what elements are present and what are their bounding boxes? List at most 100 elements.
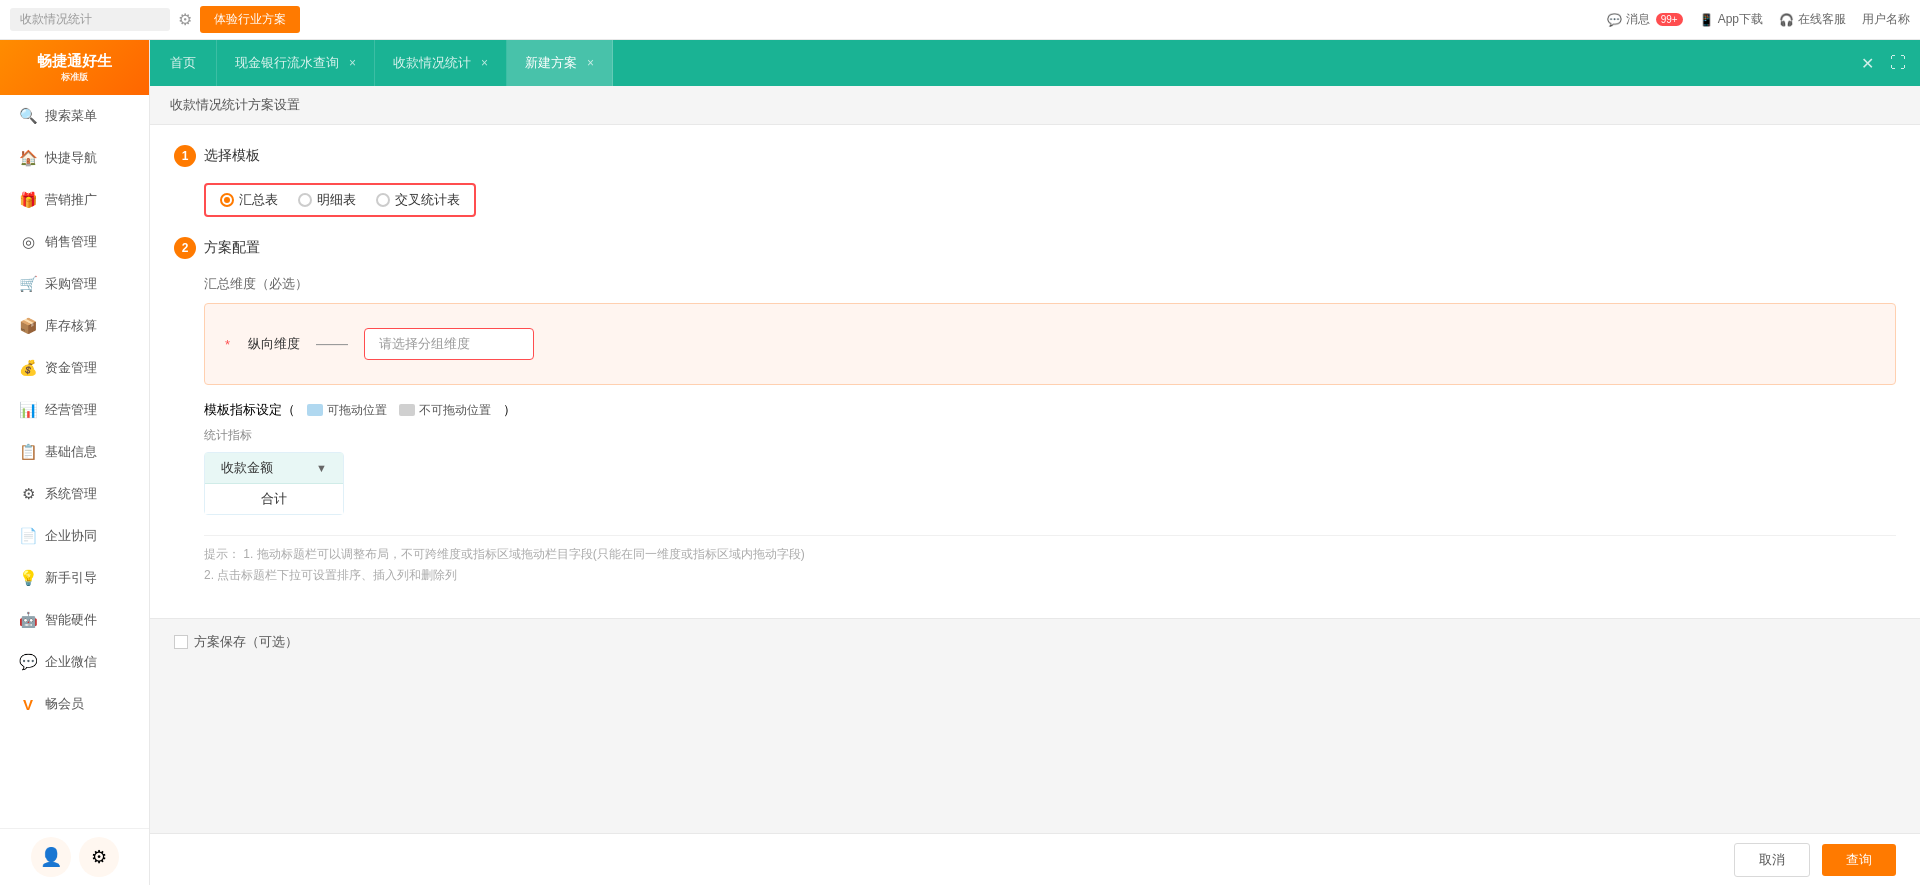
- step2-section: 2 方案配置 汇总维度（必选） * 纵向维度 —— 请选: [174, 237, 1896, 598]
- support-item[interactable]: 🎧 在线客服: [1779, 11, 1846, 28]
- sidebar-bottom: 👤 ⚙: [0, 828, 149, 885]
- sidebar-label-system: 系统管理: [45, 485, 97, 503]
- metrics-header-label: 收款金额: [221, 459, 273, 477]
- step2-badge: 2: [174, 237, 196, 259]
- dimension-area: * 纵向维度 —— 请选择分组维度: [204, 303, 1896, 385]
- breadcrumb: 收款情况统计: [10, 8, 170, 31]
- vertical-dimension-label: 纵向维度: [248, 335, 300, 353]
- tab-close-all-icon[interactable]: ✕: [1857, 50, 1878, 77]
- metrics-table: 收款金额 ▼ 合计: [204, 452, 344, 515]
- radio-summary-dot: [220, 193, 234, 207]
- purchase-icon: 🛒: [19, 275, 37, 293]
- sidebar: 畅捷通好生 标准版 🔍 搜索菜单 🏠 快捷导航 🎁 营销推广 ◎ 销售管理: [0, 40, 150, 885]
- radio-summary-label: 汇总表: [239, 191, 278, 209]
- save-checkbox[interactable]: [174, 635, 188, 649]
- form-section: 1 选择模板 汇总表 明细表: [150, 125, 1920, 618]
- sidebar-bottom-btn1[interactable]: 👤: [31, 837, 71, 877]
- tab-new-plan-close[interactable]: ×: [587, 56, 594, 70]
- radio-detail-dot: [298, 193, 312, 207]
- bottom-save-area: 方案保存（可选）: [150, 618, 1920, 665]
- cancel-button[interactable]: 取消: [1734, 843, 1810, 877]
- metrics-hint-row: 模板指标设定（ 可拖动位置 不可拖动位置 ）: [204, 401, 1896, 419]
- page-content: 收款情况统计方案设置 1 选择模板 汇总表: [150, 86, 1920, 885]
- sidebar-label-finance: 资金管理: [45, 359, 97, 377]
- version-badge: 标准版: [61, 71, 88, 84]
- sidebar-label-sales: 销售管理: [45, 233, 97, 251]
- settings-icon[interactable]: ⚙: [178, 10, 192, 29]
- main-layout: 畅捷通好生 标准版 🔍 搜索菜单 🏠 快捷导航 🎁 营销推广 ◎ 销售管理: [0, 40, 1920, 885]
- support-icon: 🎧: [1779, 13, 1794, 27]
- sidebar-logo: 畅捷通好生 标准版: [0, 40, 149, 95]
- sidebar-bottom-btn2[interactable]: ⚙: [79, 837, 119, 877]
- dimension-arrow: ——: [316, 335, 348, 353]
- sidebar-label-purchase: 采购管理: [45, 275, 97, 293]
- sidebar-item-system[interactable]: ⚙ 系统管理: [0, 473, 149, 515]
- sidebar-item-hardware[interactable]: 🤖 智能硬件: [0, 599, 149, 641]
- dimension-select[interactable]: 请选择分组维度: [364, 328, 534, 360]
- download-item[interactable]: 📱 App下载: [1699, 11, 1763, 28]
- user-name: 用户名称: [1862, 11, 1910, 28]
- tab-home-label: 首页: [170, 54, 196, 72]
- step2-title: 方案配置: [204, 239, 260, 257]
- home-icon: 🏠: [19, 149, 37, 167]
- radio-cross-label: 交叉统计表: [395, 191, 460, 209]
- sidebar-item-wechat[interactable]: 💬 企业微信: [0, 641, 149, 683]
- cooperation-icon: 📄: [19, 527, 37, 545]
- sidebar-label-guide: 新手引导: [45, 569, 97, 587]
- radio-cross[interactable]: 交叉统计表: [376, 191, 460, 209]
- tab-bank-flow[interactable]: 现金银行流水查询 ×: [217, 40, 375, 86]
- sidebar-item-member[interactable]: V 畅会员: [0, 683, 149, 725]
- sidebar-label-wechat: 企业微信: [45, 653, 97, 671]
- tip1: 提示： 1. 拖动标题栏可以调整布局，不可跨维度或指标区域拖动栏目字段(只能在同…: [204, 546, 1896, 563]
- query-button[interactable]: 查询: [1822, 844, 1896, 876]
- radio-detail[interactable]: 明细表: [298, 191, 356, 209]
- tab-collection-stats-close[interactable]: ×: [481, 56, 488, 70]
- sidebar-item-purchase[interactable]: 🛒 采购管理: [0, 263, 149, 305]
- sidebar-item-search[interactable]: 🔍 搜索菜单: [0, 95, 149, 137]
- hint-non-draggable-label: 不可拖动位置: [419, 402, 491, 419]
- sales-icon: ◎: [19, 233, 37, 251]
- tab-new-plan[interactable]: 新建方案 ×: [507, 40, 613, 86]
- tab-collection-stats[interactable]: 收款情况统计 ×: [375, 40, 507, 86]
- management-icon: 📊: [19, 401, 37, 419]
- notification-label: 消息: [1626, 11, 1650, 28]
- logo-main: 畅捷通好生: [37, 52, 112, 71]
- tips-section: 提示： 1. 拖动标题栏可以调整布局，不可跨维度或指标区域拖动栏目字段(只能在同…: [204, 535, 1896, 598]
- tab-bank-flow-close[interactable]: ×: [349, 56, 356, 70]
- top-header: 收款情况统计 ⚙ 体验行业方案 💬 消息 99+ 📱 App下载 🎧 在线客服 …: [0, 0, 1920, 40]
- sidebar-label-search: 搜索菜单: [45, 107, 97, 125]
- metrics-dropdown-icon[interactable]: ▼: [316, 462, 327, 474]
- hardware-icon: 🤖: [19, 611, 37, 629]
- sidebar-item-management[interactable]: 📊 经营管理: [0, 389, 149, 431]
- sidebar-item-inventory[interactable]: 📦 库存核算: [0, 305, 149, 347]
- save-label: 方案保存（可选）: [194, 633, 298, 651]
- download-icon: 📱: [1699, 13, 1714, 27]
- metrics-header-row[interactable]: 收款金额 ▼: [205, 453, 343, 484]
- sidebar-item-finance[interactable]: 💰 资金管理: [0, 347, 149, 389]
- sidebar-item-basic-info[interactable]: 📋 基础信息: [0, 431, 149, 473]
- radio-summary[interactable]: 汇总表: [220, 191, 278, 209]
- notification-badge: 99+: [1656, 13, 1683, 26]
- sidebar-item-quicknav[interactable]: 🏠 快捷导航: [0, 137, 149, 179]
- hint-non-draggable: 不可拖动位置: [399, 402, 491, 419]
- radio-detail-label: 明细表: [317, 191, 356, 209]
- notification-item[interactable]: 💬 消息 99+: [1607, 11, 1683, 28]
- dimension-row: * 纵向维度 —— 请选择分组维度: [225, 328, 1875, 360]
- search-icon: 🔍: [19, 107, 37, 125]
- sidebar-item-sales[interactable]: ◎ 销售管理: [0, 221, 149, 263]
- tab-home[interactable]: 首页: [150, 40, 217, 86]
- tip2: 2. 点击标题栏下拉可设置排序、插入列和删除列: [204, 567, 1896, 584]
- sidebar-item-marketing[interactable]: 🎁 营销推广: [0, 179, 149, 221]
- sidebar-label-inventory: 库存核算: [45, 317, 97, 335]
- footer-actions: 取消 查询: [150, 833, 1920, 885]
- industry-button[interactable]: 体验行业方案: [200, 6, 300, 33]
- inventory-icon: 📦: [19, 317, 37, 335]
- tab-maximize-icon[interactable]: ⛶: [1886, 50, 1910, 76]
- user-item[interactable]: 用户名称: [1862, 11, 1910, 28]
- metrics-section-label: 统计指标: [204, 427, 1896, 444]
- sidebar-items: 🔍 搜索菜单 🏠 快捷导航 🎁 营销推广 ◎ 销售管理 🛒 采购管理 📦: [0, 95, 149, 828]
- sidebar-item-cooperation[interactable]: 📄 企业协同: [0, 515, 149, 557]
- page-title: 收款情况统计方案设置: [170, 97, 300, 112]
- sidebar-item-guide[interactable]: 💡 新手引导: [0, 557, 149, 599]
- hint-close-paren: ）: [503, 401, 516, 419]
